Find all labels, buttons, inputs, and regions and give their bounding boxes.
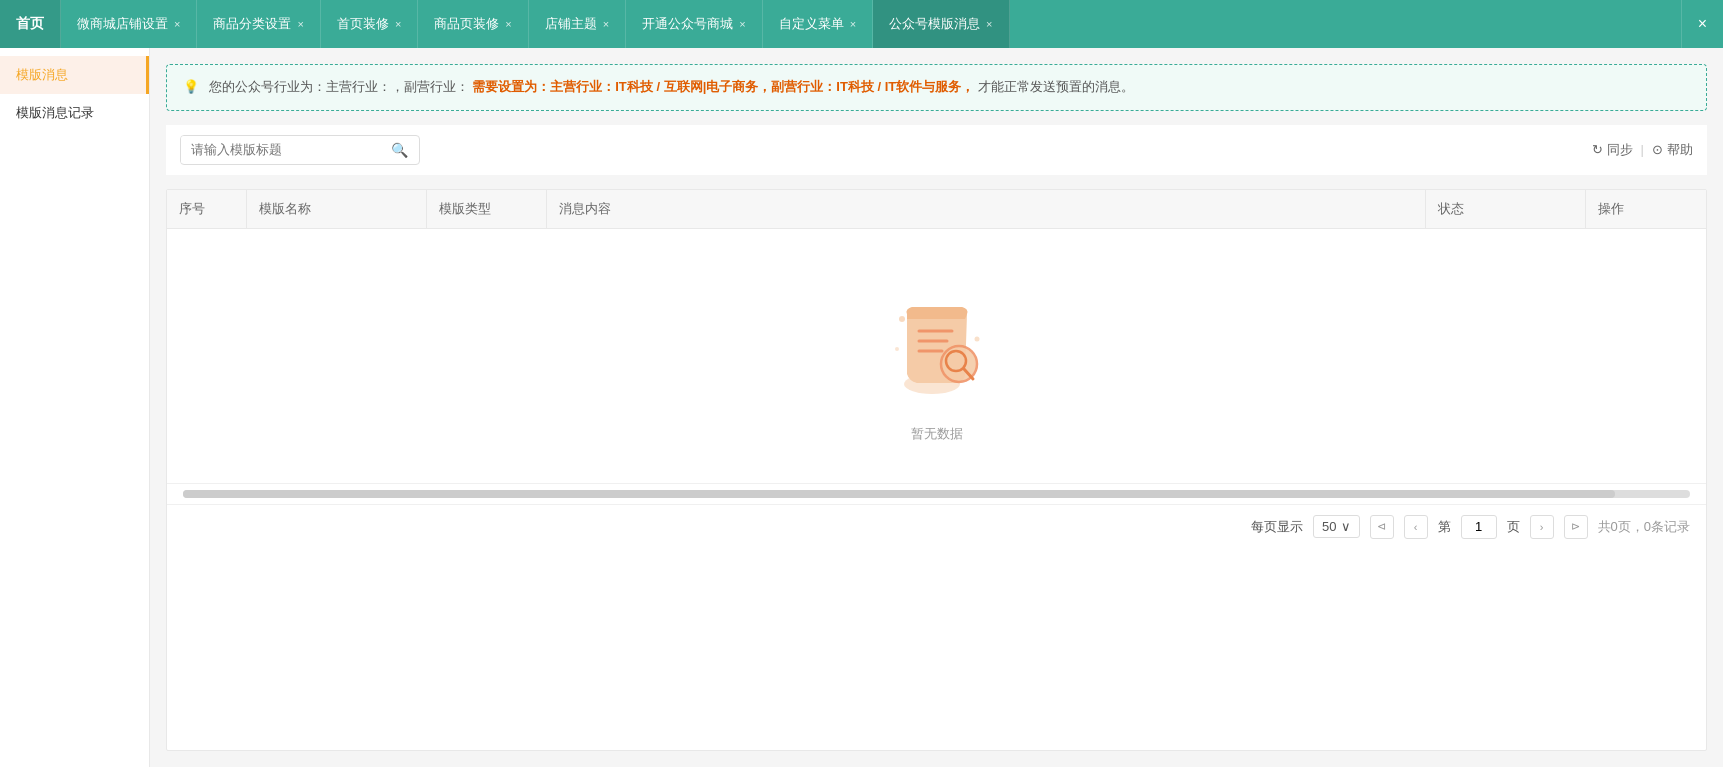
search-input[interactable]	[181, 136, 381, 163]
close-all-tabs-button[interactable]: ×	[1681, 0, 1723, 48]
nav-item-template-msg[interactable]: 公众号模版消息 ×	[873, 0, 1009, 48]
nav-template-msg-close[interactable]: ×	[986, 18, 992, 30]
nav-category-setting-close[interactable]: ×	[297, 18, 303, 30]
actions-divider: |	[1641, 142, 1644, 157]
help-icon: ⊙	[1652, 142, 1663, 157]
sidebar-template-msg-record-label: 模版消息记录	[16, 105, 94, 120]
nav-shop-setting-label: 微商城店铺设置	[77, 15, 168, 33]
nav-open-mall-close[interactable]: ×	[739, 18, 745, 30]
nav-shop-setting-close[interactable]: ×	[174, 18, 180, 30]
page-unit: 页	[1507, 518, 1520, 536]
nav-item-open-mall[interactable]: 开通公众号商城 ×	[626, 0, 762, 48]
col-type: 模版类型	[427, 190, 547, 228]
table-header: 序号 模版名称 模版类型 消息内容 状态 操作	[167, 190, 1706, 229]
nav-item-home-decor[interactable]: 首页装修 ×	[321, 0, 418, 48]
nav-product-decor-close[interactable]: ×	[505, 18, 511, 30]
nav-shop-theme-label: 店铺主题	[545, 15, 597, 33]
prev-page-button[interactable]: ‹	[1404, 515, 1428, 539]
help-label: 帮助	[1667, 141, 1693, 159]
col-name: 模版名称	[247, 190, 427, 228]
sidebar-item-template-msg[interactable]: 模版消息	[0, 56, 149, 94]
scrollbar-track[interactable]	[183, 490, 1690, 498]
notice-text-prefix: 您的公众号行业为：主营行业：，副营行业：	[209, 79, 469, 94]
last-page-button[interactable]: ⊳	[1564, 515, 1588, 539]
search-actions: ↻ 同步 | ⊙ 帮助	[1592, 141, 1693, 159]
pagination: 每页显示 50 ∨ ⊲ ‹ 第 页 › ⊳ 共0页，0条记录	[167, 504, 1706, 549]
first-page-button[interactable]: ⊲	[1370, 515, 1394, 539]
nav-home-decor-label: 首页装修	[337, 15, 389, 33]
page-label: 第	[1438, 518, 1451, 536]
nav-category-setting-label: 商品分类设置	[213, 15, 291, 33]
per-page-chevron-icon: ∨	[1341, 519, 1351, 534]
per-page-value: 50	[1322, 519, 1336, 534]
next-page-button[interactable]: ›	[1530, 515, 1554, 539]
nav-item-home[interactable]: 首页	[0, 0, 61, 48]
svg-point-8	[974, 336, 979, 341]
nav-template-msg-label: 公众号模版消息	[889, 15, 980, 33]
nav-item-product-decor[interactable]: 商品页装修 ×	[418, 0, 528, 48]
svg-point-9	[895, 347, 899, 351]
col-content: 消息内容	[547, 190, 1426, 228]
sync-icon: ↻	[1592, 142, 1603, 157]
nav-shop-theme-close[interactable]: ×	[603, 18, 609, 30]
nav-home-label: 首页	[16, 15, 44, 33]
col-seq: 序号	[167, 190, 247, 228]
nav-item-category-setting[interactable]: 商品分类设置 ×	[197, 0, 320, 48]
empty-state: 暂无数据	[167, 229, 1706, 483]
data-table: 序号 模版名称 模版类型 消息内容 状态 操作	[166, 189, 1707, 751]
sidebar-template-msg-label: 模版消息	[16, 67, 68, 82]
search-input-wrapper: 🔍	[180, 135, 420, 165]
svg-point-7	[899, 316, 905, 322]
sidebar: 模版消息 模版消息记录	[0, 48, 150, 767]
nav-product-decor-label: 商品页装修	[434, 15, 499, 33]
nav-custom-menu-close[interactable]: ×	[850, 18, 856, 30]
search-bar: 🔍 ↻ 同步 | ⊙ 帮助	[166, 125, 1707, 175]
search-button[interactable]: 🔍	[381, 136, 418, 164]
notice-box: 💡 您的公众号行业为：主营行业：，副营行业： 需要设置为：主营行业：IT科技 /…	[166, 64, 1707, 111]
per-page-label: 每页显示	[1251, 518, 1303, 536]
notice-highlight: 需要设置为：主营行业：IT科技 / 互联网|电子商务，副营行业：IT科技 / I…	[472, 79, 974, 94]
total-info: 共0页，0条记录	[1598, 518, 1690, 536]
help-button[interactable]: ⊙ 帮助	[1652, 141, 1693, 159]
nav-home-decor-close[interactable]: ×	[395, 18, 401, 30]
notice-text-suffix: 才能正常发送预置的消息。	[978, 79, 1134, 94]
empty-icon	[877, 289, 997, 409]
sidebar-item-template-msg-record[interactable]: 模版消息记录	[0, 94, 149, 132]
nav-item-shop-theme[interactable]: 店铺主题 ×	[529, 0, 626, 48]
nav-item-shop-setting[interactable]: 微商城店铺设置 ×	[61, 0, 197, 48]
nav-custom-menu-label: 自定义菜单	[779, 15, 844, 33]
sync-label: 同步	[1607, 141, 1633, 159]
sync-button[interactable]: ↻ 同步	[1592, 141, 1633, 159]
nav-item-custom-menu[interactable]: 自定义菜单 ×	[763, 0, 873, 48]
content-area: 💡 您的公众号行业为：主营行业：，副营行业： 需要设置为：主营行业：IT科技 /…	[150, 48, 1723, 767]
empty-text: 暂无数据	[911, 425, 963, 443]
col-status: 状态	[1426, 190, 1586, 228]
top-navigation: 首页 微商城店铺设置 × 商品分类设置 × 首页装修 × 商品页装修 × 店铺主…	[0, 0, 1723, 48]
notice-icon: 💡	[183, 79, 199, 94]
horizontal-scrollbar[interactable]	[167, 483, 1706, 504]
per-page-select[interactable]: 50 ∨	[1313, 515, 1359, 538]
main-layout: 模版消息 模版消息记录 💡 您的公众号行业为：主营行业：，副营行业： 需要设置为…	[0, 48, 1723, 767]
col-action: 操作	[1586, 190, 1706, 228]
nav-open-mall-label: 开通公众号商城	[642, 15, 733, 33]
page-number-input[interactable]	[1461, 515, 1497, 539]
scrollbar-thumb	[183, 490, 1615, 498]
